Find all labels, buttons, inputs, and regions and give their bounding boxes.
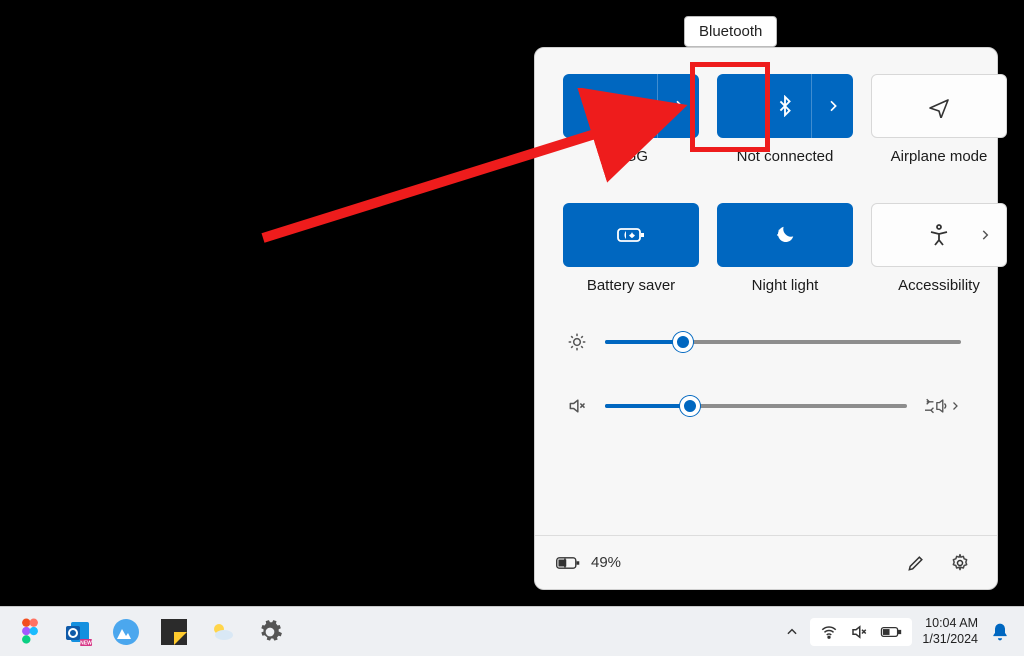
footer-battery-text[interactable]: 49% [591, 554, 621, 571]
audio-output-select[interactable] [925, 397, 961, 415]
wifi-label: RGG [614, 148, 648, 165]
airplane-mode-tile[interactable] [871, 74, 1007, 138]
taskbar-clock[interactable]: 10:04 AM 1/31/2024 [922, 616, 978, 647]
tray-volume-muted-icon [850, 623, 868, 641]
airplane-mode-label: Airplane mode [891, 148, 988, 165]
accessibility-icon [927, 223, 951, 247]
tray-wifi-icon [820, 623, 838, 641]
taskbar-app-nordvpn[interactable] [104, 612, 148, 652]
taskbar-date: 1/31/2024 [922, 632, 978, 648]
taskbar-app-weather[interactable] [200, 612, 244, 652]
wifi-tile[interactable] [563, 74, 699, 138]
taskbar-app-sticky-notes[interactable] [152, 612, 196, 652]
settings-button[interactable] [943, 546, 977, 580]
tray-overflow-button[interactable] [776, 612, 808, 652]
volume-slider[interactable] [605, 404, 907, 408]
brightness-icon [567, 332, 587, 352]
battery-saver-icon [563, 225, 699, 245]
brightness-slider[interactable] [605, 340, 961, 344]
bluetooth-tooltip: Bluetooth [684, 16, 777, 47]
bluetooth-expand-button[interactable] [811, 74, 853, 138]
footer-battery-icon [555, 554, 581, 572]
taskbar-app-outlook[interactable]: NEW [56, 612, 100, 652]
battery-saver-tile[interactable] [563, 203, 699, 267]
night-light-icon [717, 224, 853, 246]
edit-quick-settings-button[interactable] [899, 546, 933, 580]
svg-text:NEW: NEW [80, 640, 92, 646]
tray-quick-settings-button[interactable] [810, 618, 912, 646]
volume-muted-icon [567, 396, 587, 416]
night-light-label: Night light [752, 277, 819, 294]
taskbar-time: 10:04 AM [922, 616, 978, 632]
notifications-button[interactable] [984, 622, 1016, 642]
quick-settings-panel: RGG Not connected Airplane mode [534, 47, 998, 590]
volume-slider-row [567, 396, 961, 416]
quick-settings-tiles: RGG Not connected Airplane mode [535, 48, 997, 304]
airplane-icon [872, 94, 1006, 118]
taskbar-app-settings[interactable] [248, 612, 292, 652]
bluetooth-tile[interactable] [717, 74, 853, 138]
bluetooth-label: Not connected [737, 148, 834, 165]
taskbar-app-figma[interactable] [8, 612, 52, 652]
accessibility-expand-button[interactable] [978, 228, 992, 242]
wifi-expand-button[interactable] [657, 74, 699, 138]
brightness-slider-row [567, 332, 961, 352]
tray-battery-icon [880, 624, 902, 640]
night-light-tile[interactable] [717, 203, 853, 267]
accessibility-tile[interactable] [871, 203, 1007, 267]
quick-settings-footer: 49% [535, 535, 997, 589]
accessibility-label: Accessibility [898, 277, 980, 294]
battery-saver-label: Battery saver [587, 277, 675, 294]
taskbar: NEW 10:04 A [0, 606, 1024, 656]
